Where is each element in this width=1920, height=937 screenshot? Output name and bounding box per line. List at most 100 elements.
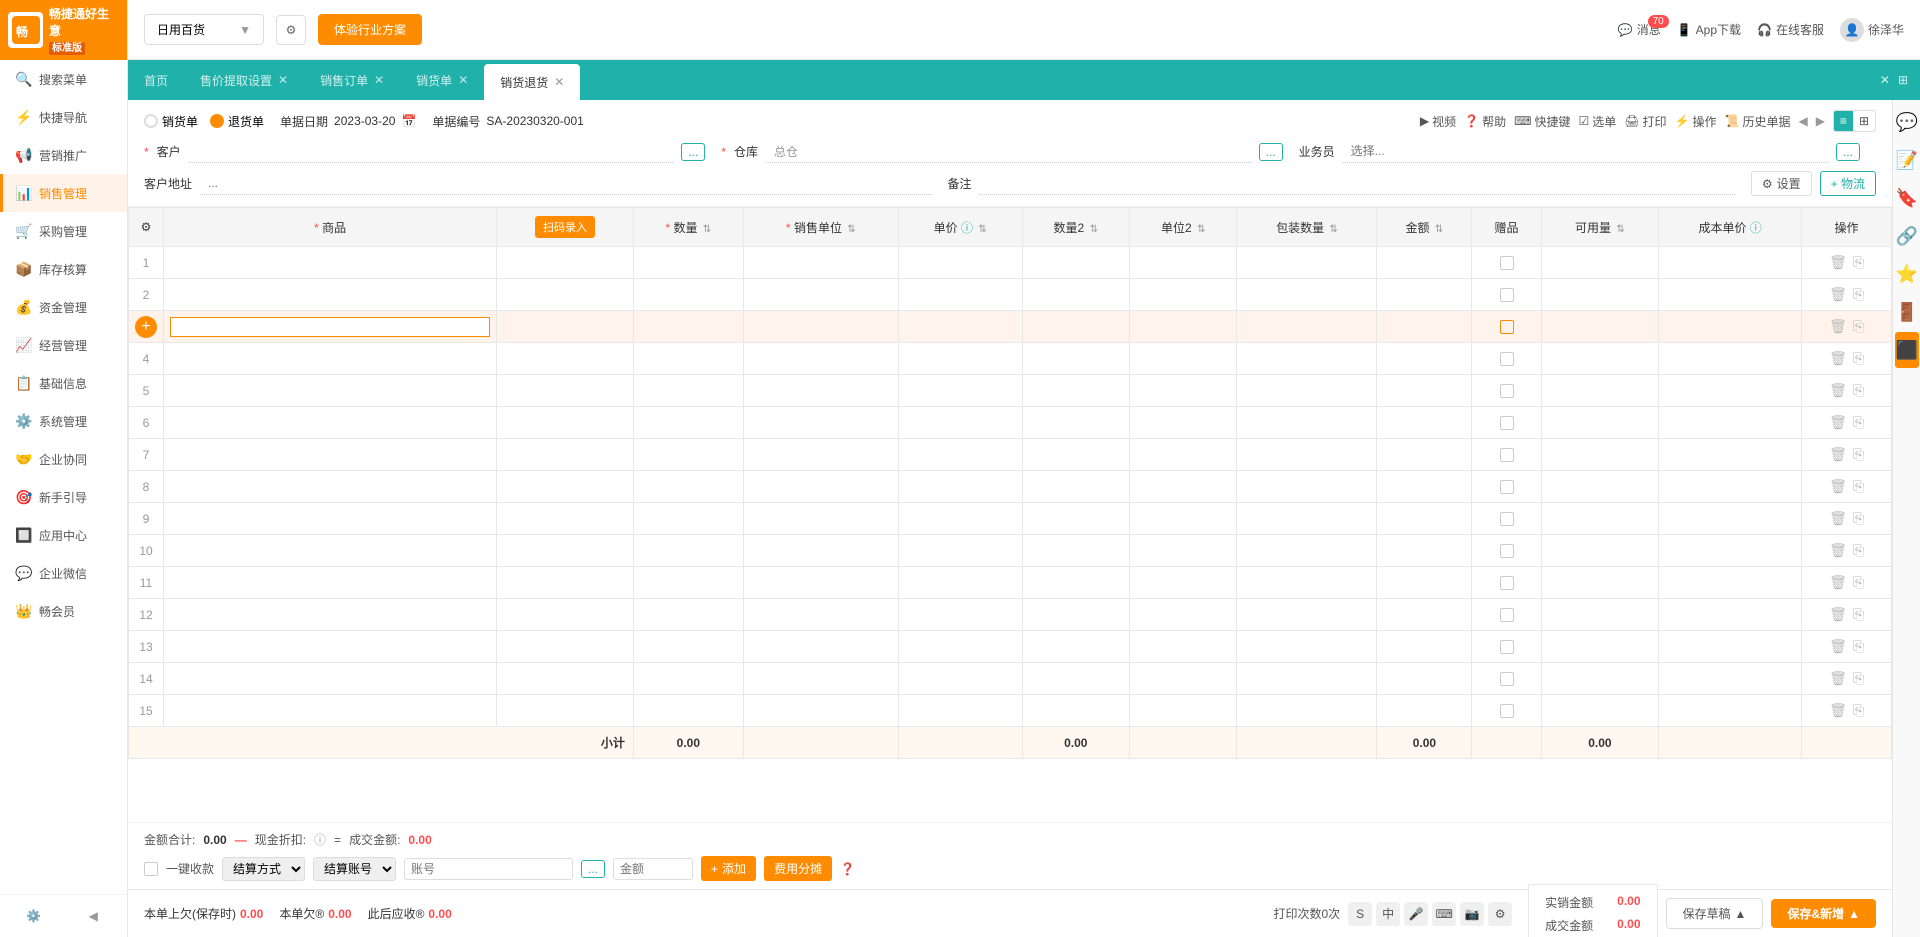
copy-row-11[interactable]: ⎘ bbox=[1853, 574, 1864, 591]
tab-sales-delivery[interactable]: 销货单 ✕ bbox=[400, 60, 484, 100]
settings-icon-btn[interactable]: ⚙ bbox=[1488, 902, 1512, 926]
cell-price-3[interactable] bbox=[898, 311, 1022, 343]
tab-sales-delivery-close[interactable]: ✕ bbox=[458, 73, 468, 87]
copy-row-9[interactable]: ⎘ bbox=[1853, 510, 1864, 527]
settlement-method-select[interactable]: 结算方式 bbox=[222, 857, 305, 881]
gift-checkbox-1[interactable] bbox=[1500, 256, 1514, 270]
tab-price-setting[interactable]: 售价提取设置 ✕ bbox=[184, 60, 304, 100]
delete-row-7[interactable]: 🗑 bbox=[1829, 446, 1847, 463]
right-btn-link[interactable]: 🔗 bbox=[1895, 218, 1919, 254]
delete-row-4[interactable]: 🗑 bbox=[1829, 350, 1847, 367]
cell-unit2-2[interactable] bbox=[1130, 279, 1237, 311]
right-btn-scan[interactable]: ⬛ bbox=[1895, 332, 1919, 368]
gift-checkbox-5[interactable] bbox=[1500, 384, 1514, 398]
cell-amount-1[interactable] bbox=[1377, 247, 1472, 279]
cell-unit-1[interactable] bbox=[743, 247, 898, 279]
one-click-pay-checkbox[interactable] bbox=[144, 862, 158, 876]
scan-input-btn[interactable]: 扫码录入 bbox=[535, 216, 595, 238]
copy-row-15[interactable]: ⎘ bbox=[1853, 702, 1864, 719]
gift-checkbox-4[interactable] bbox=[1500, 352, 1514, 366]
help-btn[interactable]: ❓ 帮助 bbox=[1464, 113, 1506, 130]
account-input[interactable] bbox=[404, 858, 573, 880]
delete-row-1[interactable]: 🗑 bbox=[1829, 254, 1847, 271]
cell-unit2-1[interactable] bbox=[1130, 247, 1237, 279]
sort-amount-icon[interactable]: ⇅ bbox=[1435, 224, 1443, 235]
cell-price-1[interactable] bbox=[898, 247, 1022, 279]
delete-row-2[interactable]: 🗑 bbox=[1829, 286, 1847, 303]
copy-row-1[interactable]: ⎘ bbox=[1853, 254, 1864, 271]
bill-method-select[interactable]: 结算账号 bbox=[313, 857, 396, 881]
sidebar-item-search[interactable]: 🔍 搜索菜单 bbox=[0, 60, 127, 98]
cell-pkgqty-3[interactable] bbox=[1237, 311, 1377, 343]
sidebar-item-inventory[interactable]: 📦 库存核算 bbox=[0, 250, 127, 288]
cell-qty2-1[interactable] bbox=[1022, 247, 1129, 279]
zh-icon-btn[interactable]: 中 bbox=[1376, 902, 1400, 926]
online-service-btn[interactable]: 🎧 在线客服 bbox=[1757, 21, 1824, 38]
sidebar-item-basic[interactable]: 📋 基础信息 bbox=[0, 364, 127, 402]
operate-btn[interactable]: ⚡ 操作 bbox=[1675, 113, 1717, 130]
trial-btn[interactable]: 体验行业方案 bbox=[318, 14, 422, 45]
expand-icon[interactable]: ⊞ bbox=[1898, 73, 1908, 87]
gift-checkbox-9[interactable] bbox=[1500, 512, 1514, 526]
delete-row-6[interactable]: 🗑 bbox=[1829, 414, 1847, 431]
copy-row-4[interactable]: ⎘ bbox=[1853, 350, 1864, 367]
add-row-btn[interactable]: + bbox=[135, 316, 157, 338]
cell-amount-2[interactable] bbox=[1377, 279, 1472, 311]
gift-checkbox-8[interactable] bbox=[1500, 480, 1514, 494]
sort-quantity-icon[interactable]: ⇅ bbox=[703, 224, 711, 235]
delete-row-15[interactable]: 🗑 bbox=[1829, 702, 1847, 719]
close-all-icon[interactable]: ✕ bbox=[1880, 73, 1890, 87]
copy-row-6[interactable]: ⎘ bbox=[1853, 414, 1864, 431]
sidebar-setting-btn[interactable]: ⚙️ bbox=[8, 903, 60, 929]
sidebar-item-finance[interactable]: 💰 资金管理 bbox=[0, 288, 127, 326]
sort-pkgqty-icon[interactable]: ⇅ bbox=[1329, 224, 1337, 235]
user-profile-btn[interactable]: 👤 徐泽华 bbox=[1840, 18, 1904, 42]
message-btn[interactable]: 💬 消息 70 bbox=[1618, 21, 1661, 38]
sidebar-item-marketing[interactable]: 📢 营销推广 bbox=[0, 136, 127, 174]
sidebar-item-enterprise[interactable]: 🤝 企业协同 bbox=[0, 440, 127, 478]
calendar-icon[interactable]: 📅 bbox=[401, 114, 416, 128]
keyboard-icon-btn[interactable]: ⌨ bbox=[1432, 902, 1456, 926]
gift-checkbox-2[interactable] bbox=[1500, 288, 1514, 302]
delete-row-13[interactable]: 🗑 bbox=[1829, 638, 1847, 655]
gift-checkbox-12[interactable] bbox=[1500, 608, 1514, 622]
dots-ellipsis[interactable]: ... bbox=[581, 860, 605, 878]
cell-qty-2[interactable] bbox=[633, 279, 743, 311]
prev-record-btn[interactable]: ◀ bbox=[1798, 114, 1807, 128]
sidebar-item-wechat[interactable]: 💬 企业微信 bbox=[0, 554, 127, 592]
copy-row-12[interactable]: ⎘ bbox=[1853, 606, 1864, 623]
sidebar-item-member[interactable]: 👑 畅会员 bbox=[0, 592, 127, 630]
right-btn-star[interactable]: ⭐ bbox=[1895, 256, 1919, 292]
photo-icon-btn[interactable]: 📷 bbox=[1460, 902, 1484, 926]
sidebar-item-operations[interactable]: 📈 经营管理 bbox=[0, 326, 127, 364]
discount-info-icon[interactable]: ⓘ bbox=[314, 831, 326, 848]
right-btn-bookmark[interactable]: 🔖 bbox=[1895, 180, 1919, 216]
right-btn-note[interactable]: 📝 bbox=[1895, 142, 1919, 178]
price-info-icon[interactable]: ⓘ bbox=[961, 221, 973, 235]
tab-sales-return[interactable]: 销货退货 ✕ bbox=[484, 64, 580, 100]
product-input-3[interactable] bbox=[170, 317, 490, 337]
cell-pkgqty-1[interactable] bbox=[1237, 247, 1377, 279]
history-btn[interactable]: 📜 历史单据 bbox=[1724, 113, 1790, 130]
cell-qty-3[interactable] bbox=[633, 311, 743, 343]
sort-available-icon[interactable]: ⇅ bbox=[1616, 224, 1624, 235]
cell-qty-1[interactable] bbox=[633, 247, 743, 279]
copy-row-2[interactable]: ⎘ bbox=[1853, 286, 1864, 303]
cell-qty2-3[interactable] bbox=[1022, 311, 1129, 343]
copy-row-8[interactable]: ⎘ bbox=[1853, 478, 1864, 495]
copy-row-7[interactable]: ⎘ bbox=[1853, 446, 1864, 463]
warehouse-input[interactable] bbox=[766, 140, 1251, 163]
sidebar-item-newguide[interactable]: 🎯 新手引导 bbox=[0, 478, 127, 516]
app-download-btn[interactable]: 📱 App下载 bbox=[1677, 21, 1741, 38]
th-gear[interactable]: ⚙ bbox=[129, 208, 164, 247]
cell-qty2-2[interactable] bbox=[1022, 279, 1129, 311]
mic-icon-btn[interactable]: 🎤 bbox=[1404, 902, 1428, 926]
gift-checkbox-3[interactable] bbox=[1500, 320, 1514, 334]
delete-row-11[interactable]: 🗑 bbox=[1829, 574, 1847, 591]
sidebar-item-system[interactable]: ⚙️ 系统管理 bbox=[0, 402, 127, 440]
staff-dots-btn[interactable]: ... bbox=[1836, 143, 1860, 161]
fee-amount-input[interactable] bbox=[613, 858, 693, 880]
cell-price-2[interactable] bbox=[898, 279, 1022, 311]
fee-help-icon[interactable]: ❓ bbox=[840, 862, 855, 876]
save-new-btn[interactable]: 保存&新增 ▲ bbox=[1771, 899, 1876, 928]
